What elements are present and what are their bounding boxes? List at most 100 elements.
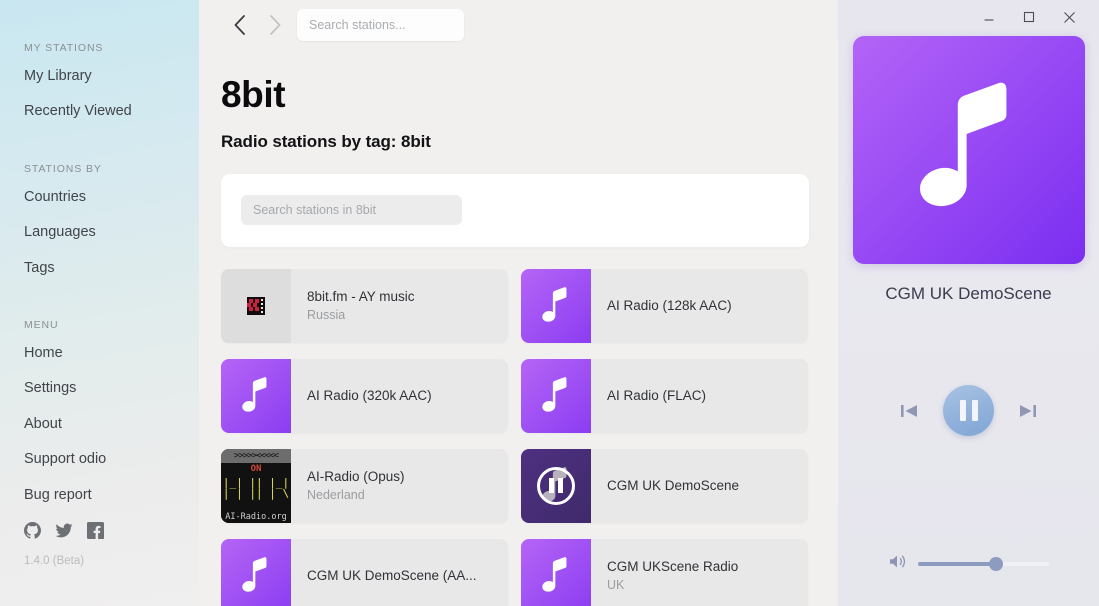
station-country: UK [607,578,625,593]
volume-slider[interactable] [917,557,1049,571]
station-title: AI Radio (128k AAC) [607,298,732,314]
back-button[interactable] [221,7,257,43]
station-card[interactable]: CGM UKScene Radio UK [521,538,808,606]
maximize-button[interactable] [1009,2,1049,32]
content: 8bit Radio stations by tag: 8bit 8bit.fm… [199,50,838,606]
scroll-area: 8bit Radio stations by tag: 8bit 8bit.fm… [199,50,838,606]
station-thumbnail-music-note-icon [521,538,591,606]
station-card-body: CGM UK DemoScene (AA... [291,539,508,606]
skip-previous-icon [901,404,917,417]
minimize-button[interactable] [969,2,1009,32]
facebook-icon[interactable] [87,521,104,539]
sidebar-item-about[interactable]: About [24,416,199,433]
skip-next-icon [1020,404,1036,417]
station-card[interactable]: AI Radio (FLAC) [521,358,808,433]
album-cover [852,36,1085,264]
station-title: CGM UK DemoScene (AA... [307,568,477,584]
sidebar-group: STATIONS BY Countries Languages Tags [24,163,199,277]
station-card[interactable]: CGM UK DemoScene (AA... [221,538,508,606]
page-title: 8bit [221,74,286,115]
previous-button[interactable] [898,400,920,422]
app-window: MY STATIONS My Library Recently Viewed STAT… [0,0,1099,606]
sidebar: MY STATIONS My Library Recently Viewed STAT… [0,0,199,606]
sidebar-item-home[interactable]: Home [24,345,199,362]
station-thumbnail-music-note-icon [521,358,591,433]
social-links [24,521,199,539]
station-title: CGM UKScene Radio [607,559,739,575]
sidebar-item-tags[interactable]: Tags [24,260,199,277]
sidebar-item-support-odio[interactable]: Support odio [24,451,199,468]
station-card-body: AI-Radio (Opus) Nederland [291,449,508,523]
on-air-bars: |_| || |_| | | || | \ [222,475,290,500]
on-air-url: AI-Radio.org [225,511,287,522]
music-note-icon [919,82,1006,207]
sidebar-group-heading: STATIONS BY [24,162,102,175]
main-content: 8bit Radio stations by tag: 8bit 8bit.fm… [199,0,838,606]
player-panel: CGM UK DemoScene [838,0,1099,606]
search-input[interactable] [297,9,464,41]
version-label: 1.4.0 (Beta) [24,554,85,567]
top-bar [199,0,838,50]
sidebar-item-languages[interactable]: Languages [24,224,199,241]
player-controls [838,385,1099,436]
github-icon[interactable] [24,521,41,539]
station-title: AI Radio (320k AAC) [307,388,432,404]
on-air-thumbnail: >>>>><<<<< ON |_| || |_| | | || | \ AI-Radio… [221,448,291,523]
sidebar-item-recently-viewed[interactable]: Recently Viewed [24,103,199,120]
station-thumbnail-playing [521,448,591,523]
pause-bar-left [959,400,966,421]
sidebar-group-heading: MENU [24,318,59,331]
page-subtitle: Radio stations by tag: 8bit [221,131,431,151]
play-pause-button[interactable] [943,385,994,436]
tag-search-panel [221,173,809,247]
tag-search-input[interactable] [241,195,462,226]
station-card-body: 8bit.fm - AY music Russia [291,269,508,343]
station-card-body: CGM UK DemoScene [591,449,808,523]
window-controls [838,0,1099,34]
station-card[interactable]: CGM UK DemoScene [521,448,808,523]
volume-row [838,554,1099,574]
station-thumbnail-on-air: >>>>><<<<< ON |_| || |_| | | || | \ AI-Radio… [221,448,291,523]
next-button[interactable] [1017,400,1039,422]
station-title: AI Radio (FLAC) [607,388,707,404]
sidebar-groups: MY STATIONS My Library Recently Viewed STAT… [24,42,199,504]
volume-knob[interactable] [989,557,1004,571]
station-card-body: AI Radio (320k AAC) [291,359,508,433]
station-thumbnail-music-note-icon [521,268,591,343]
station-title: CGM UK DemoScene [607,478,740,494]
volume-fill [917,562,997,566]
station-grid: 8bit.fm - AY music Russia AI Radio (128k A… [221,268,811,606]
station-card[interactable]: AI Radio (128k AAC) [521,268,808,343]
forward-button[interactable] [257,7,293,43]
station-card-body: AI Radio (128k AAC) [591,269,808,343]
station-card[interactable]: 8bit.fm - AY music Russia [221,268,508,343]
station-card-body: AI Radio (FLAC) [591,359,808,433]
sidebar-item-settings[interactable]: Settings [24,380,199,397]
station-title: 8bit.fm - AY music [307,289,415,305]
station-card[interactable]: >>>>><<<<< ON |_| || |_| | | || | \ AI-Radio… [221,448,508,523]
station-title: AI-Radio (Opus) [307,469,405,485]
twitter-icon[interactable] [55,522,73,539]
station-country: Nederland [307,488,365,503]
volume-icon[interactable] [889,554,906,574]
sidebar-group: MENU Home Settings About Support odio Bug rep… [24,319,199,504]
on-air-chevrons: >>>>><<<<< [221,448,291,463]
station-thumbnail-music-note-icon [221,358,291,433]
station-thumbnail-music-note-icon [221,538,291,606]
close-button[interactable] [1049,2,1089,32]
on-air-label: ON [250,463,262,474]
now-playing-title: CGM UK DemoScene [885,284,1052,303]
sidebar-group-heading: MY STATIONS [24,42,104,54]
sidebar-group: MY STATIONS My Library Recently Viewed [24,42,199,121]
sidebar-item-countries[interactable]: Countries [24,189,199,206]
pause-bar-right [971,400,978,421]
station-thumbnail-logo [221,268,291,343]
sidebar-item-my-library[interactable]: My Library [24,68,199,85]
sidebar-item-bug-report[interactable]: Bug report [24,487,199,504]
pause-icon[interactable] [537,466,575,505]
station-card-body: CGM UKScene Radio UK [591,539,808,606]
station-card[interactable]: AI Radio (320k AAC) [221,358,508,433]
station-country: Russia [307,308,346,323]
